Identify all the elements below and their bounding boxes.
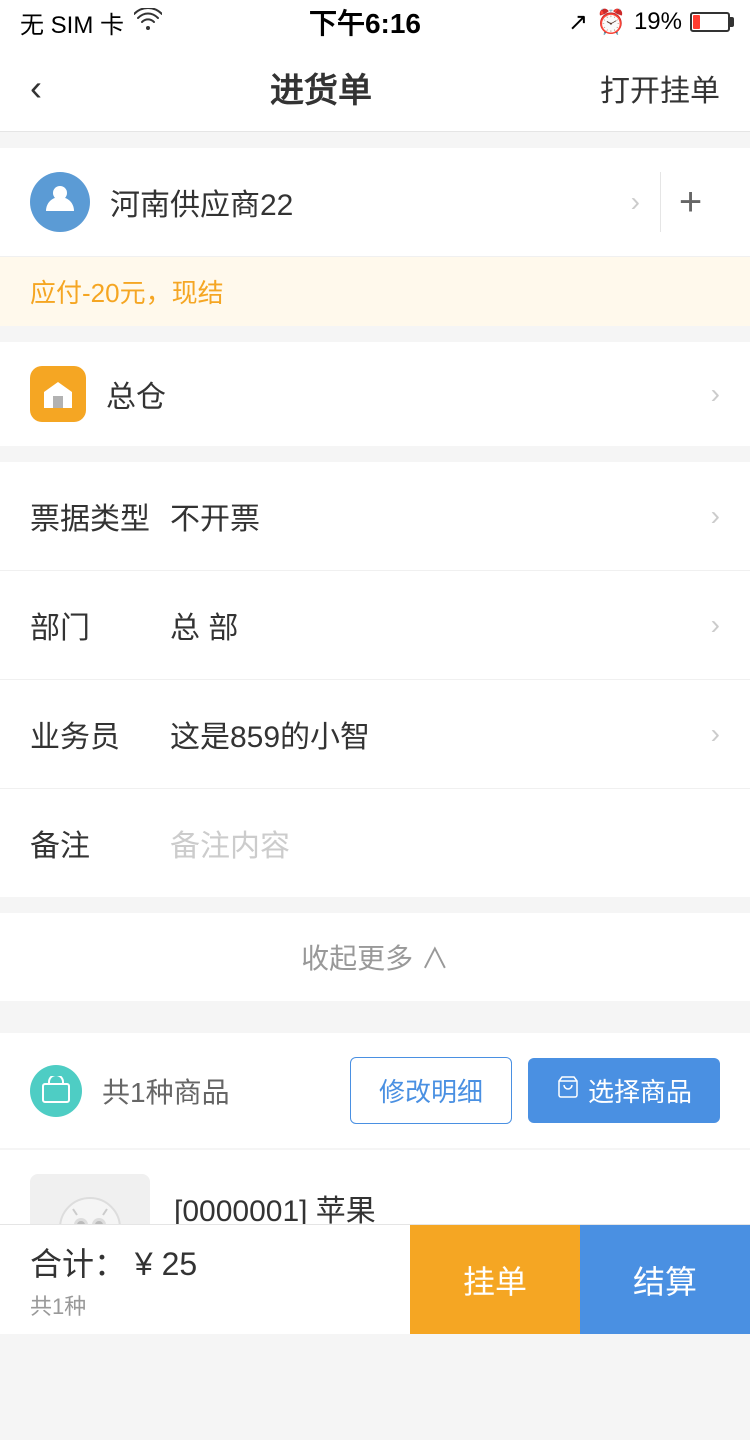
plus-icon: + (679, 180, 702, 225)
chevron-right-icon: › (711, 500, 720, 532)
ticket-type-row[interactable]: 票据类型 不开票 › (0, 462, 750, 571)
chevron-right-icon: › (631, 186, 640, 218)
products-icon (30, 1065, 82, 1117)
hang-order-button[interactable]: 挂单 (410, 1225, 580, 1334)
add-supplier-button[interactable]: + (660, 172, 720, 232)
warehouse-label: 总仓 (106, 372, 711, 416)
remark-placeholder: 备注内容 (170, 821, 720, 865)
status-bar: 无 SIM 卡 下午6:16 ↗ ⏰ 19% (0, 0, 750, 44)
chevron-right-icon: › (711, 718, 720, 750)
chevron-right-icon: › (711, 378, 720, 410)
total-amount: 合计： ¥ 25 (30, 1239, 380, 1285)
select-product-button[interactable]: 选择商品 (528, 1058, 720, 1123)
alarm-icon: ⏰ (596, 8, 626, 37)
page-title: 进货单 (270, 63, 372, 112)
products-header: 共1种商品 修改明细 选择商品 (0, 1033, 750, 1148)
bottom-bar: 合计： ¥ 25 共1种 挂单 结算 (0, 1224, 750, 1334)
supplier-card: 河南供应商22 › + 应付-20元，现结 (0, 148, 750, 326)
salesman-label: 业务员 (30, 712, 170, 756)
checkout-button[interactable]: 结算 (580, 1225, 750, 1334)
warehouse-icon (30, 366, 86, 422)
total-section: 合计： ¥ 25 共1种 (0, 1225, 410, 1334)
status-left: 无 SIM 卡 (20, 5, 162, 40)
status-right: ↗ ⏰ 19% (568, 8, 730, 37)
battery-percent: 19% (634, 8, 682, 36)
ticket-type-value: 不开票 (170, 494, 711, 538)
open-hang-order-button[interactable]: 打开挂单 (600, 66, 720, 110)
products-count: 共1种商品 (102, 1071, 350, 1111)
nav-bar: ‹ 进货单 打开挂单 (0, 44, 750, 132)
remark-row[interactable]: 备注 备注内容 (0, 789, 750, 897)
department-value: 总 部 (170, 603, 711, 647)
department-row[interactable]: 部门 总 部 › (0, 571, 750, 680)
supplier-name: 河南供应商22 (110, 180, 631, 224)
edit-detail-button[interactable]: 修改明细 (350, 1057, 512, 1124)
chevron-right-icon: › (711, 609, 720, 641)
back-button[interactable]: ‹ (30, 67, 42, 109)
warehouse-row[interactable]: 总仓 › (0, 342, 750, 446)
remark-label: 备注 (30, 821, 170, 865)
collapse-label: 收起更多 ∧ (301, 937, 449, 977)
location-icon: ↗ (568, 8, 588, 37)
avatar (30, 172, 90, 232)
total-value: ¥ 25 (135, 1246, 197, 1282)
form-card: 票据类型 不开票 › 部门 总 部 › 业务员 这是859的小智 › 备注 备注… (0, 462, 750, 897)
person-icon (43, 181, 77, 223)
supplier-row[interactable]: 河南供应商22 › + (0, 148, 750, 257)
battery-icon (690, 12, 730, 32)
select-product-label: 选择商品 (588, 1072, 692, 1109)
wifi-icon (134, 8, 162, 37)
cart-icon (556, 1075, 580, 1106)
salesman-row[interactable]: 业务员 这是859的小智 › (0, 680, 750, 789)
total-label: 合计： (30, 1246, 126, 1282)
carrier-label: 无 SIM 卡 (20, 5, 124, 40)
department-label: 部门 (30, 603, 170, 647)
divider-2 (0, 1017, 750, 1033)
salesman-value: 这是859的小智 (170, 712, 711, 756)
total-count: 共1种 (30, 1289, 380, 1321)
collapse-button[interactable]: 收起更多 ∧ (0, 913, 750, 1001)
divider-1 (0, 132, 750, 148)
ticket-type-label: 票据类型 (30, 494, 170, 538)
supplier-alert: 应付-20元，现结 (0, 257, 750, 326)
status-time: 下午6:16 (309, 2, 421, 42)
bottom-space (0, 1320, 750, 1440)
warehouse-card: 总仓 › (0, 342, 750, 446)
